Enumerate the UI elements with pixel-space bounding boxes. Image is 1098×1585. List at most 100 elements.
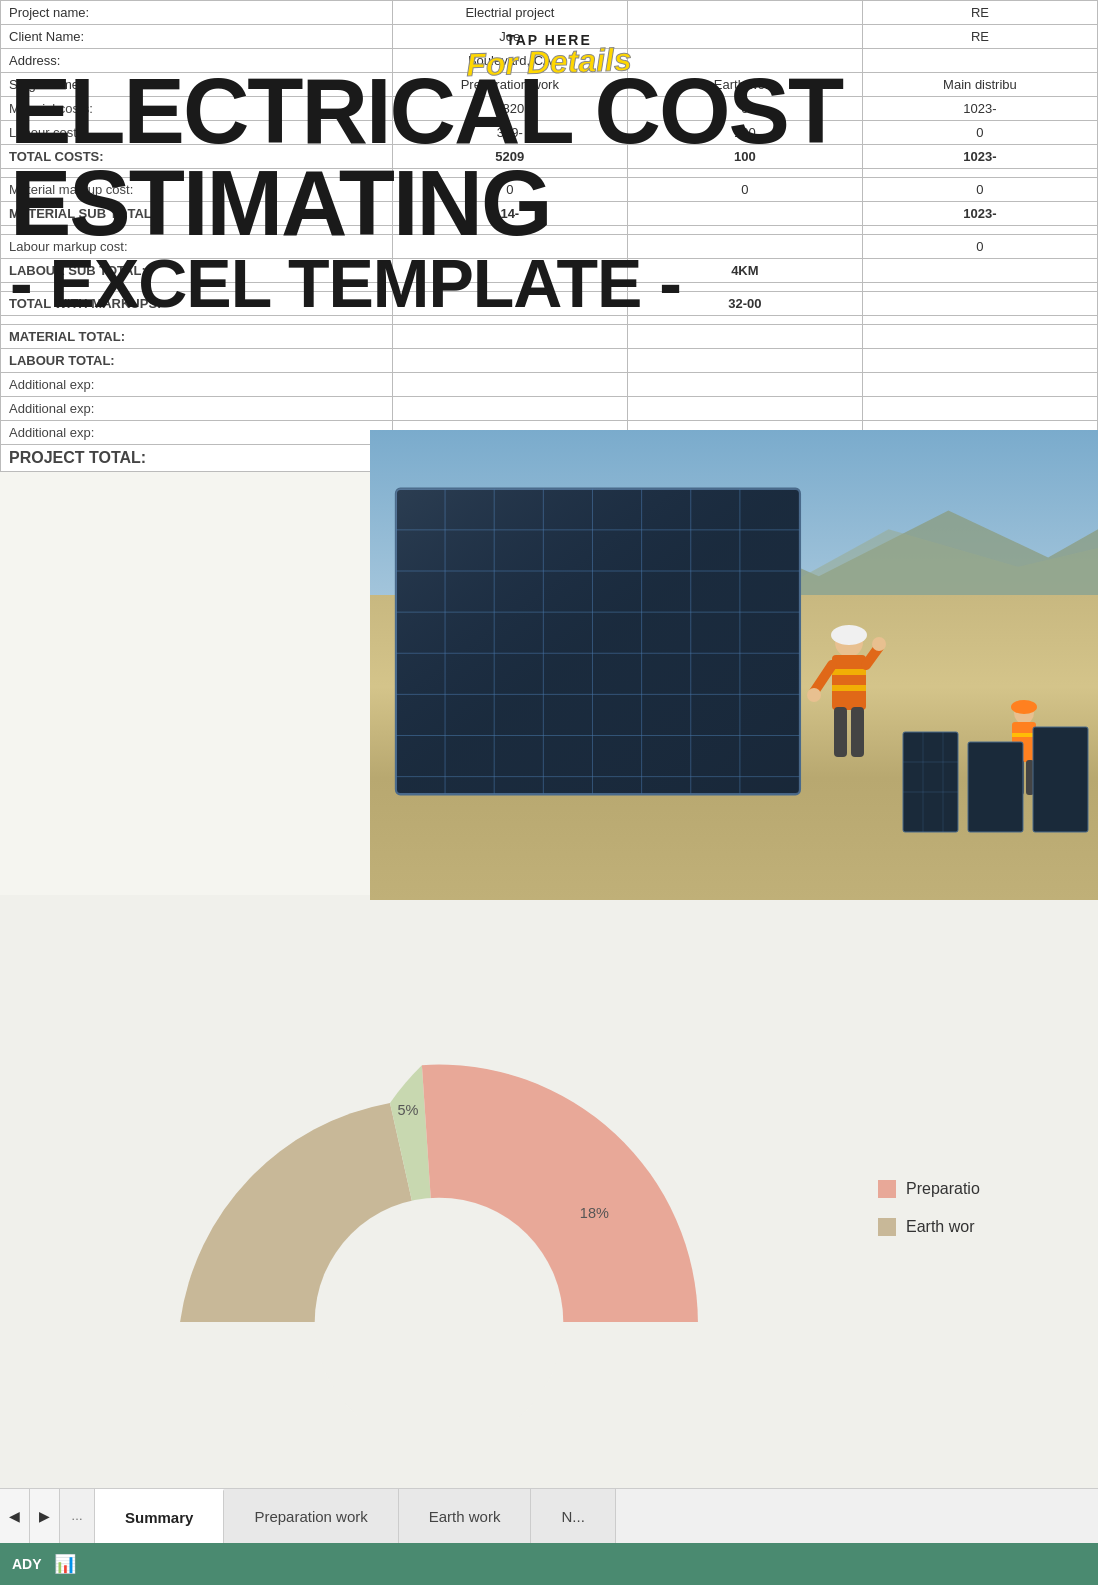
cell-value bbox=[392, 373, 627, 397]
cell-value bbox=[392, 292, 627, 316]
cell-label: Additional exp: bbox=[1, 421, 393, 445]
status-icon: 📊 bbox=[54, 1553, 76, 1575]
cell-value bbox=[627, 397, 862, 421]
legend-label-preparation: Preparatio bbox=[906, 1180, 980, 1198]
table-row: Project name: Electrial project RE bbox=[1, 1, 1098, 25]
cell-label bbox=[1, 283, 393, 292]
tab-nav-next[interactable]: ▶ bbox=[30, 1489, 60, 1543]
table-row: TOTAL WITH MARKUPS: 32-00 bbox=[1, 292, 1098, 316]
cell-value bbox=[862, 259, 1097, 283]
cell-value bbox=[627, 169, 862, 178]
svg-point-25 bbox=[807, 688, 821, 702]
cell-label: TOTAL COSTS: bbox=[1, 145, 393, 169]
chart-label-earth: 5% bbox=[397, 1101, 418, 1117]
cell-label: Additional exp: bbox=[1, 397, 393, 421]
legend-label-earth: Earth wor bbox=[906, 1218, 974, 1236]
cell-label: Labour markup cost: bbox=[1, 235, 393, 259]
legend-item-earth: Earth wor bbox=[878, 1218, 1078, 1236]
status-bar: ADY 📊 bbox=[0, 1543, 1098, 1585]
cell-value bbox=[862, 169, 1097, 178]
cell-value bbox=[392, 283, 627, 292]
cell-value bbox=[627, 235, 862, 259]
table-row: Material costs: 4820 0 1023- bbox=[1, 97, 1098, 121]
cell-value bbox=[627, 202, 862, 226]
svg-rect-21 bbox=[832, 669, 866, 675]
tab-next-sheet[interactable]: N... bbox=[531, 1489, 615, 1543]
cell-value bbox=[862, 316, 1097, 325]
cell-label: TOTAL WITH MARKUPS: bbox=[1, 292, 393, 316]
svg-rect-22 bbox=[832, 685, 866, 691]
cell-value: 100 bbox=[627, 121, 862, 145]
cell-label bbox=[1, 316, 393, 325]
cell-label: Material costs: bbox=[1, 97, 393, 121]
table-row: Additional exp: bbox=[1, 373, 1098, 397]
cell-label bbox=[1, 169, 393, 178]
cell-label: MATERIAL TOTAL: bbox=[1, 325, 393, 349]
svg-point-26 bbox=[872, 637, 886, 651]
tab-nav-prev[interactable]: ◀ bbox=[0, 1489, 30, 1543]
table-row bbox=[1, 226, 1098, 235]
tab-summary-label: Summary bbox=[125, 1509, 193, 1526]
chart-label-third: 18% bbox=[580, 1205, 609, 1221]
cell-value: 4820 bbox=[392, 97, 627, 121]
table-row: Labour costs: 389- 100 0 bbox=[1, 121, 1098, 145]
tab-preparation-work[interactable]: Preparation work bbox=[224, 1489, 398, 1543]
cell-value bbox=[627, 25, 862, 49]
cell-value bbox=[862, 292, 1097, 316]
cell-value: 0 bbox=[392, 178, 627, 202]
cell-value bbox=[392, 226, 627, 235]
cell-value bbox=[392, 259, 627, 283]
chart-legend: Preparatio Earth wor bbox=[878, 1180, 1078, 1236]
table-row: Additional exp: bbox=[1, 397, 1098, 421]
cell-value bbox=[627, 226, 862, 235]
cell-value: RE bbox=[862, 1, 1097, 25]
tab-bar: ◀ ▶ … Summary Preparation work Earth wor… bbox=[0, 1488, 1098, 1543]
cell-label: LABOUR TOTAL: bbox=[1, 349, 393, 373]
cell-value bbox=[392, 349, 627, 373]
table-row bbox=[1, 283, 1098, 292]
cell-value: 32-00 bbox=[627, 292, 862, 316]
cell-value: 389- bbox=[392, 121, 627, 145]
table-row: Material markup cost: 0 0 0 bbox=[1, 178, 1098, 202]
cell-label: MATERIAL SUB TOTAL: bbox=[1, 202, 393, 226]
cell-label: LABOUR SUB TOTAL: bbox=[1, 259, 393, 283]
cell-label: Client Name: bbox=[1, 25, 393, 49]
bg-panels-svg bbox=[898, 712, 1098, 862]
cell-value bbox=[862, 373, 1097, 397]
cell-value: 0 bbox=[862, 235, 1097, 259]
cell-value: Earth work bbox=[627, 73, 862, 97]
chart-container: 5% 18% bbox=[20, 915, 858, 1500]
tap-here-label[interactable]: TAP HERE For Details bbox=[466, 32, 631, 81]
tab-preparation-label: Preparation work bbox=[254, 1508, 367, 1525]
cell-value bbox=[627, 349, 862, 373]
tab-earth-work[interactable]: Earth work bbox=[399, 1489, 532, 1543]
cell-value: 4KM bbox=[627, 259, 862, 283]
legend-item-preparation: Preparatio bbox=[878, 1180, 1078, 1198]
table-row: Labour markup cost: 0 bbox=[1, 235, 1098, 259]
cell-value bbox=[862, 283, 1097, 292]
cell-value: 0 bbox=[862, 121, 1097, 145]
cell-value bbox=[627, 373, 862, 397]
cell-value bbox=[862, 349, 1097, 373]
svg-point-19 bbox=[831, 625, 867, 645]
pie-chart-svg: 5% 18% bbox=[149, 998, 729, 1418]
cell-label: Stage name: bbox=[1, 73, 393, 97]
tab-summary[interactable]: Summary bbox=[95, 1489, 224, 1543]
cell-label bbox=[1, 226, 393, 235]
tab-ellipsis[interactable]: … bbox=[60, 1489, 95, 1543]
status-text: ADY bbox=[12, 1556, 42, 1572]
svg-rect-37 bbox=[1033, 727, 1088, 832]
svg-rect-36 bbox=[968, 742, 1023, 832]
table-row: LABOUR TOTAL: bbox=[1, 349, 1098, 373]
cell-label: Material markup cost: bbox=[1, 178, 393, 202]
cell-value bbox=[862, 325, 1097, 349]
cell-value bbox=[627, 49, 862, 73]
table-row: TOTAL COSTS: 5209 100 1023- bbox=[1, 145, 1098, 169]
chart-area: 5% 18% Preparatio Earth wor bbox=[0, 895, 1098, 1520]
cell-label: Address: bbox=[1, 49, 393, 73]
cell-value bbox=[627, 1, 862, 25]
cell-value bbox=[392, 316, 627, 325]
svg-rect-35 bbox=[903, 732, 958, 832]
cell-value bbox=[862, 49, 1097, 73]
table-row: MATERIAL SUB TOTAL: 14- 1023- bbox=[1, 202, 1098, 226]
